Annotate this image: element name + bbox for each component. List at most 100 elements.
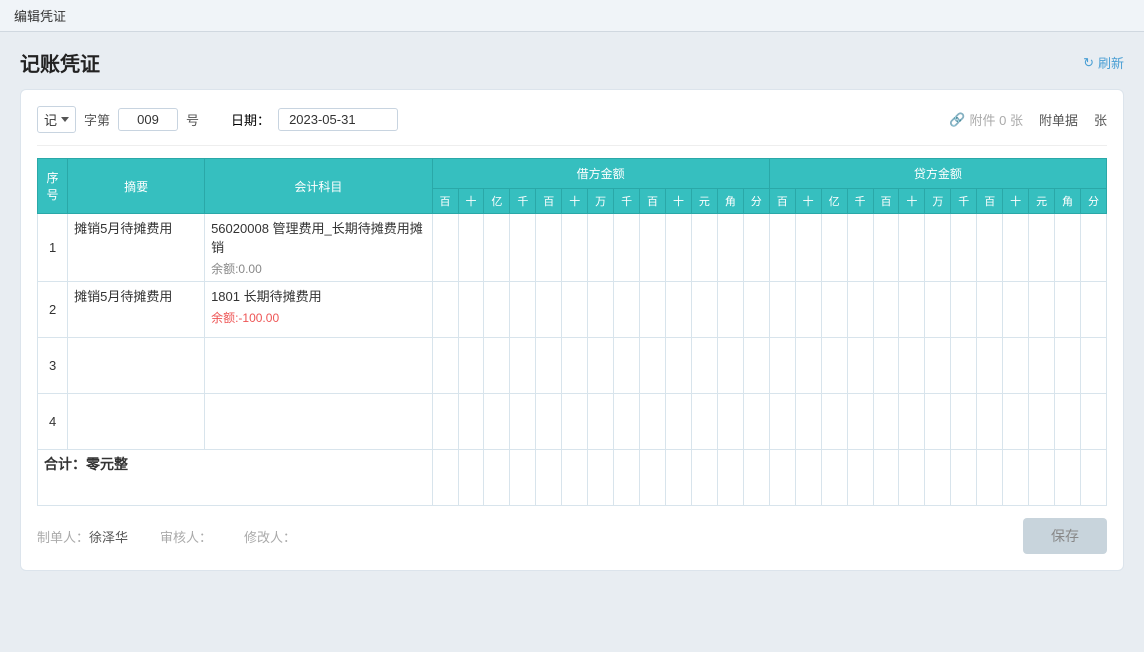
row4-c12[interactable] [1055, 394, 1081, 450]
row2-c4[interactable] [847, 282, 873, 338]
row2-c11[interactable] [1029, 282, 1055, 338]
row3-d3[interactable] [484, 338, 510, 394]
row4-c10[interactable] [1003, 394, 1029, 450]
row2-d10[interactable] [666, 282, 692, 338]
row4-d5[interactable] [536, 394, 562, 450]
row2-c10[interactable] [1003, 282, 1029, 338]
zi-di-input[interactable] [118, 108, 178, 131]
row3-c7[interactable] [925, 338, 951, 394]
row1-d4[interactable] [510, 214, 536, 282]
row2-d8[interactable] [614, 282, 640, 338]
row4-d7[interactable] [588, 394, 614, 450]
row2-summary[interactable]: 摊销5月待摊费用 [68, 282, 205, 338]
row1-c2[interactable] [795, 214, 821, 282]
row4-account[interactable] [205, 394, 433, 450]
row2-c5[interactable] [873, 282, 899, 338]
row2-d9[interactable] [640, 282, 666, 338]
row3-d8[interactable] [614, 338, 640, 394]
row1-c1[interactable] [769, 214, 795, 282]
row4-d9[interactable] [640, 394, 666, 450]
row3-account[interactable] [205, 338, 433, 394]
row2-d7[interactable] [588, 282, 614, 338]
row1-c12[interactable] [1055, 214, 1081, 282]
row4-c2[interactable] [795, 394, 821, 450]
row3-c8[interactable] [951, 338, 977, 394]
row1-c9[interactable] [977, 214, 1003, 282]
row3-c5[interactable] [873, 338, 899, 394]
row2-c6[interactable] [899, 282, 925, 338]
row1-c7[interactable] [925, 214, 951, 282]
row4-c8[interactable] [951, 394, 977, 450]
row3-c2[interactable] [795, 338, 821, 394]
row4-c3[interactable] [821, 394, 847, 450]
row3-c4[interactable] [847, 338, 873, 394]
row3-d5[interactable] [536, 338, 562, 394]
row1-c5[interactable] [873, 214, 899, 282]
row2-c2[interactable] [795, 282, 821, 338]
row4-c11[interactable] [1029, 394, 1055, 450]
row1-d12[interactable] [717, 214, 743, 282]
row4-d11[interactable] [691, 394, 717, 450]
row3-d9[interactable] [640, 338, 666, 394]
attach-single-button[interactable]: 附单据 [1039, 110, 1078, 129]
row4-d10[interactable] [666, 394, 692, 450]
save-button[interactable]: 保存 [1023, 518, 1107, 554]
row1-d5[interactable] [536, 214, 562, 282]
row1-c10[interactable] [1003, 214, 1029, 282]
row4-d12[interactable] [717, 394, 743, 450]
row2-d4[interactable] [510, 282, 536, 338]
row1-c8[interactable] [951, 214, 977, 282]
row4-c1[interactable] [769, 394, 795, 450]
row3-d10[interactable] [666, 338, 692, 394]
row2-account[interactable]: 1801 长期待摊费用 余额:-100.00 [205, 282, 433, 338]
row3-d4[interactable] [510, 338, 536, 394]
row4-d13[interactable] [743, 394, 769, 450]
row4-d4[interactable] [510, 394, 536, 450]
row2-d1[interactable] [432, 282, 458, 338]
row1-d6[interactable] [562, 214, 588, 282]
row1-c4[interactable] [847, 214, 873, 282]
row2-c7[interactable] [925, 282, 951, 338]
row1-d3[interactable] [484, 214, 510, 282]
row3-d7[interactable] [588, 338, 614, 394]
row3-c11[interactable] [1029, 338, 1055, 394]
row2-d2[interactable] [458, 282, 484, 338]
row4-c9[interactable] [977, 394, 1003, 450]
row4-summary[interactable] [68, 394, 205, 450]
row4-c5[interactable] [873, 394, 899, 450]
row2-c1[interactable] [769, 282, 795, 338]
row3-d6[interactable] [562, 338, 588, 394]
row1-d2[interactable] [458, 214, 484, 282]
row1-c3[interactable] [821, 214, 847, 282]
row3-c10[interactable] [1003, 338, 1029, 394]
date-input[interactable] [278, 108, 398, 131]
row2-c13[interactable] [1081, 282, 1107, 338]
row2-d3[interactable] [484, 282, 510, 338]
row2-c12[interactable] [1055, 282, 1081, 338]
row1-d8[interactable] [614, 214, 640, 282]
row3-c3[interactable] [821, 338, 847, 394]
row4-d8[interactable] [614, 394, 640, 450]
row4-d3[interactable] [484, 394, 510, 450]
row3-d11[interactable] [691, 338, 717, 394]
row3-d1[interactable] [432, 338, 458, 394]
row4-c4[interactable] [847, 394, 873, 450]
row1-d10[interactable] [666, 214, 692, 282]
row3-d12[interactable] [717, 338, 743, 394]
row2-d12[interactable] [717, 282, 743, 338]
row1-d13[interactable] [743, 214, 769, 282]
row4-c7[interactable] [925, 394, 951, 450]
row1-d7[interactable] [588, 214, 614, 282]
row1-d9[interactable] [640, 214, 666, 282]
row1-c13[interactable] [1081, 214, 1107, 282]
row3-c13[interactable] [1081, 338, 1107, 394]
row2-d5[interactable] [536, 282, 562, 338]
row4-d6[interactable] [562, 394, 588, 450]
row4-d2[interactable] [458, 394, 484, 450]
row1-account[interactable]: 56020008 管理费用_长期待摊费用摊销 余额:0.00 [205, 214, 433, 282]
row2-d13[interactable] [743, 282, 769, 338]
row2-c9[interactable] [977, 282, 1003, 338]
row3-c1[interactable] [769, 338, 795, 394]
row4-c6[interactable] [899, 394, 925, 450]
row1-d1[interactable] [432, 214, 458, 282]
